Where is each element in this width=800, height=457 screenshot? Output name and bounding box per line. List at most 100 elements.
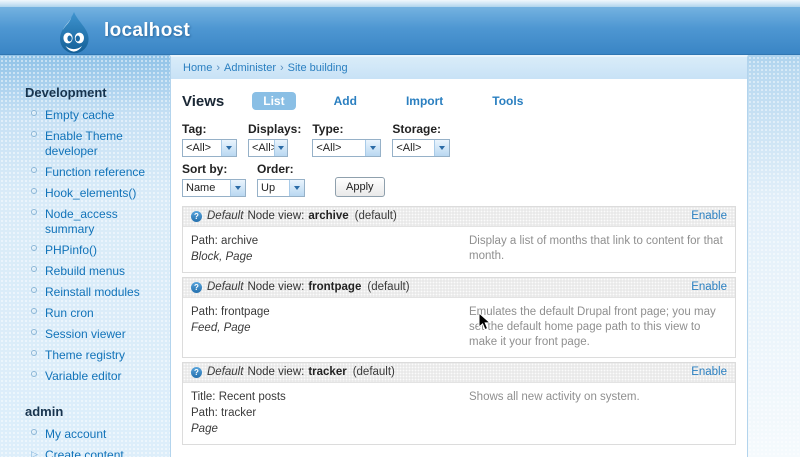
bullet-circle-icon: [31, 429, 37, 435]
filter-select[interactable]: <All>: [392, 139, 451, 157]
view-name: frontpage: [308, 281, 362, 293]
bullet-circle-icon: [31, 329, 37, 335]
sidebar-item-session-viewer[interactable]: Session viewer: [0, 327, 170, 348]
bullet-circle-icon: [31, 371, 37, 377]
sidebar-item-function-reference[interactable]: Function reference: [0, 165, 170, 186]
filter-select-value: <All>: [252, 142, 274, 154]
apply-button[interactable]: Apply: [335, 177, 385, 197]
view-detail-line: Title: Recent posts: [191, 391, 286, 403]
sidebar-section-heading: admin: [25, 404, 64, 419]
sidebar-item-theme-registry[interactable]: Theme registry: [0, 348, 170, 369]
sidebar-link[interactable]: PHPinfo(): [45, 243, 97, 257]
sidebar-item-hook-elements[interactable]: Hook_elements(): [0, 186, 170, 207]
sidebar-link[interactable]: Function reference: [45, 165, 145, 179]
tab-list[interactable]: List: [252, 92, 296, 110]
view-name: tracker: [308, 366, 347, 378]
view-default-flag: Default: [207, 210, 244, 222]
view-description: Shows all new activity on system.: [469, 391, 640, 403]
sidebar-link[interactable]: Create content: [45, 448, 124, 457]
filter-type: Type: <All>: [312, 122, 382, 157]
sidebar-section: adminMy account▷Create content▽Administe…: [0, 404, 170, 457]
sidebar-link[interactable]: Theme registry: [45, 348, 125, 362]
site-name[interactable]: localhost: [104, 20, 190, 42]
filter-select[interactable]: <All>: [312, 139, 382, 157]
view-row-header: ? Default Node view: tracker (default) E…: [183, 363, 735, 383]
view-details: Title: Recent posts Path: tracker Page: [191, 389, 469, 437]
breadcrumb-link[interactable]: Home: [183, 62, 212, 74]
enable-link[interactable]: Enable: [691, 281, 727, 293]
help-icon[interactable]: ?: [191, 366, 202, 378]
filter-select[interactable]: <All>: [182, 139, 237, 157]
view-details: Path: frontpage Feed, Page: [191, 304, 469, 350]
filter-select[interactable]: <All>: [248, 139, 288, 157]
bullet-circle-icon: [31, 266, 37, 272]
sidebar-item-create-content[interactable]: ▷ Create content: [0, 448, 170, 457]
view-description: Emulates the default Drupal front page; …: [469, 306, 716, 348]
filter-label: Sort by:: [182, 162, 228, 176]
view-default-suffix: (default): [354, 210, 397, 222]
sidebar-item-enable-theme-developer[interactable]: Enable Theme developer: [0, 129, 170, 165]
view-displays: Page: [191, 423, 218, 435]
bullet-circle-icon: [31, 131, 37, 137]
sidebar-item-node-access-summary[interactable]: Node_access summary: [0, 207, 170, 243]
sidebar-section-heading: Development: [25, 85, 107, 100]
bullet-circle-icon: [31, 167, 37, 173]
filter-select-value: <All>: [396, 142, 422, 154]
filter-select-value: <All>: [316, 142, 342, 154]
sidebar-item-my-account[interactable]: My account: [0, 427, 170, 448]
sidebar-link[interactable]: Reinstall modules: [45, 285, 140, 299]
sidebar-link[interactable]: Rebuild menus: [45, 264, 125, 278]
triangle-right-icon[interactable]: ▷: [31, 450, 38, 457]
site-header: localhost: [0, 7, 800, 55]
view-row: ? Default Node view: tracker (default) E…: [182, 362, 736, 445]
sidebar-link[interactable]: Node_access summary: [45, 207, 118, 236]
filter-label: Storage:: [392, 122, 442, 136]
sidebar-item-run-cron[interactable]: Run cron: [0, 306, 170, 327]
page-title: Views: [182, 92, 225, 110]
sidebar-item-phpinfo[interactable]: PHPinfo(): [0, 243, 170, 264]
tabs-bar: List Add Import Tools: [252, 92, 561, 110]
bullet-circle-icon: [31, 308, 37, 314]
tab-add[interactable]: Add: [323, 92, 368, 110]
sidebar-link[interactable]: Enable Theme developer: [45, 129, 123, 158]
sidebar-link[interactable]: My account: [45, 427, 106, 441]
sidebar-item-rebuild-menus[interactable]: Rebuild menus: [0, 264, 170, 285]
help-icon[interactable]: ?: [191, 210, 202, 222]
filter-select[interactable]: Name: [182, 179, 246, 197]
tab-import[interactable]: Import: [395, 92, 454, 110]
view-detail-line: Path: tracker: [191, 407, 257, 419]
sidebar-item-variable-editor[interactable]: Variable editor: [0, 369, 170, 390]
bullet-circle-icon: [31, 350, 37, 356]
view-displays: Block, Page: [191, 251, 253, 263]
sidebar-item-reinstall-modules[interactable]: Reinstall modules: [0, 285, 170, 306]
breadcrumb-link[interactable]: Administer: [224, 62, 276, 74]
view-row-body: Path: frontpage Feed, Page Emulates the d…: [183, 298, 735, 357]
filter-select[interactable]: Up: [257, 179, 305, 197]
sidebar-link[interactable]: Hook_elements(): [45, 186, 136, 200]
chevron-down-icon: [434, 140, 450, 156]
sidebar-link[interactable]: Empty cache: [45, 108, 114, 122]
content-panel: Home › Administer › Site building Views List…: [170, 55, 748, 457]
breadcrumb-separator: ›: [279, 62, 284, 74]
chevron-down-icon: [289, 180, 304, 196]
help-icon[interactable]: ?: [191, 281, 202, 293]
view-type-label: Node view:: [247, 366, 305, 378]
breadcrumb-link[interactable]: Site building: [288, 62, 348, 74]
drupal-logo-icon[interactable]: [54, 11, 94, 57]
bullet-circle-icon: [31, 245, 37, 251]
view-type-label: Node view:: [247, 281, 305, 293]
tab-tools[interactable]: Tools: [481, 92, 534, 110]
enable-link[interactable]: Enable: [691, 366, 727, 378]
view-name: archive: [308, 210, 349, 222]
bullet-circle-icon: [31, 188, 37, 194]
sidebar-link[interactable]: Variable editor: [45, 369, 122, 383]
sidebar-item-empty-cache[interactable]: Empty cache: [0, 108, 170, 129]
chevron-down-icon: [230, 180, 245, 196]
filter-label: Tag:: [182, 122, 207, 136]
filter-select-value: Name: [186, 182, 216, 194]
enable-link[interactable]: Enable: [691, 210, 727, 222]
view-row: ? Default Node view: archive (default) E…: [182, 206, 736, 273]
sidebar-link[interactable]: Run cron: [45, 306, 94, 320]
sidebar-link[interactable]: Session viewer: [45, 327, 126, 341]
view-type-label: Node view:: [247, 210, 305, 222]
